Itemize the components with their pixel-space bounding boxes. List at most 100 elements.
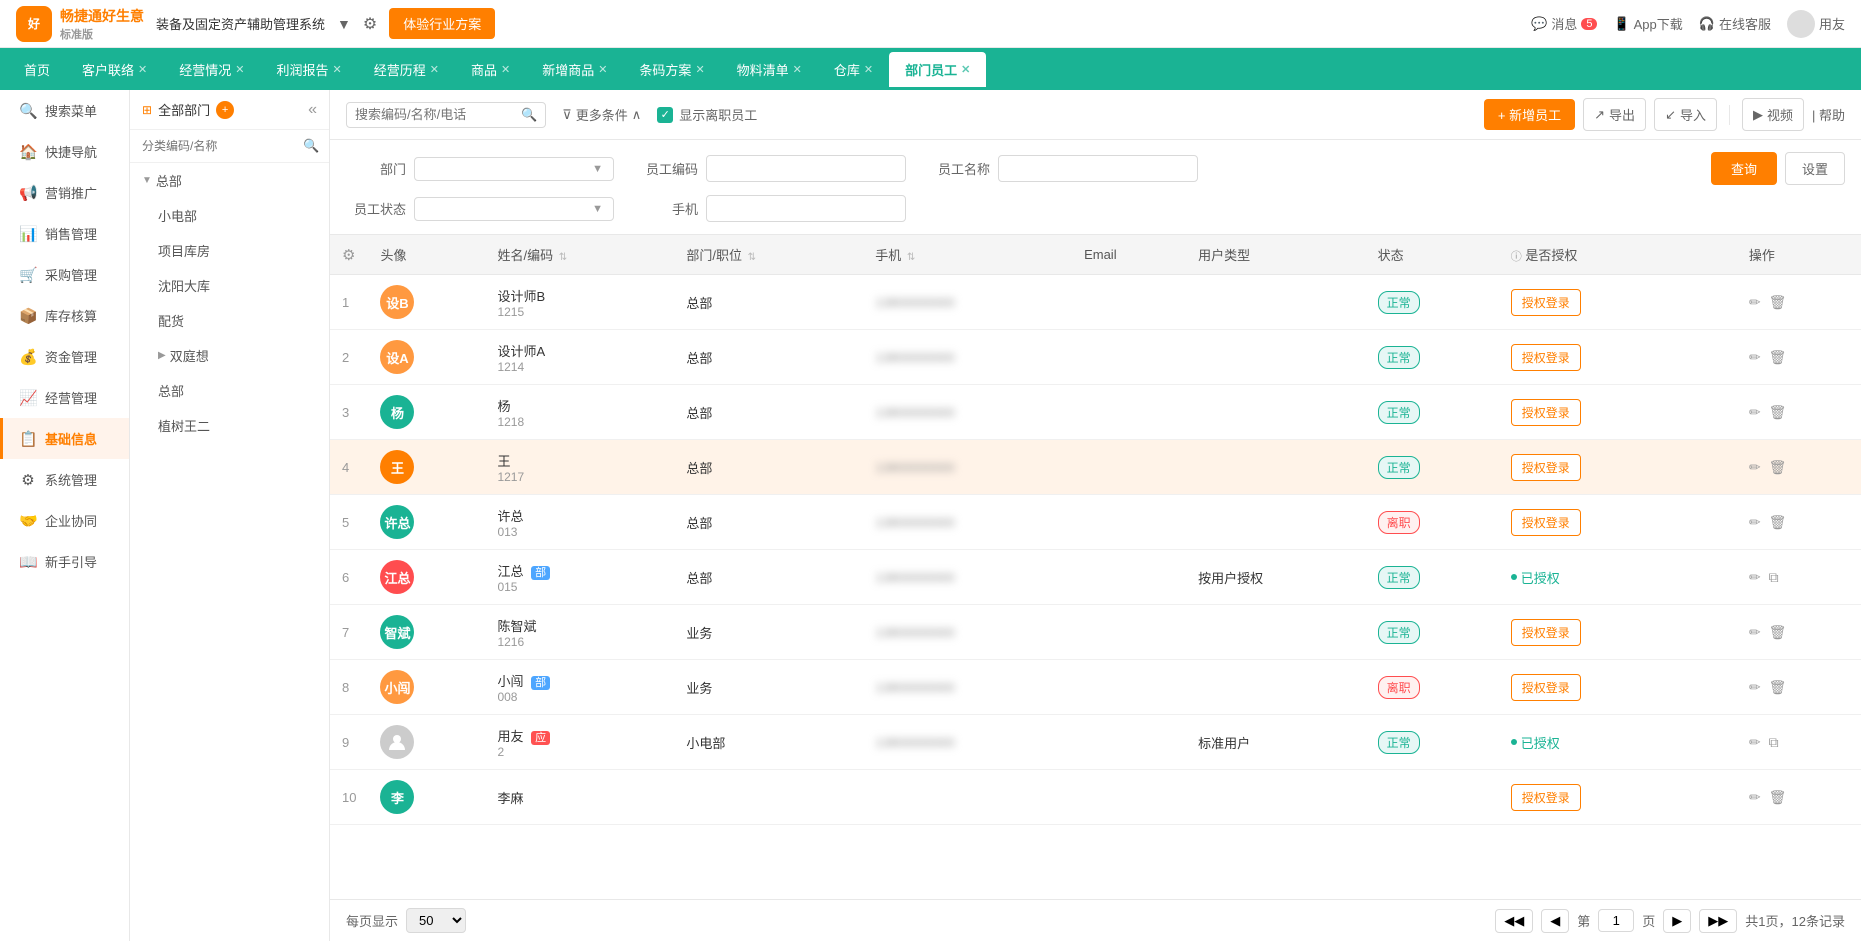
delete-icon[interactable]: 🗑 <box>1769 459 1787 476</box>
gear-icon[interactable]: ⚙ <box>342 247 355 264</box>
close-icon[interactable]: ✕ <box>235 63 244 76</box>
edit-icon[interactable]: ✏ <box>1749 294 1761 311</box>
delete-icon[interactable]: 🗑 <box>1769 349 1787 366</box>
auth-login-btn[interactable]: 授权登录 <box>1511 289 1581 316</box>
add-employee-btn[interactable]: + 新增员工 <box>1484 99 1575 130</box>
sidebar-item-guide[interactable]: 📖 新手引导 <box>0 541 129 582</box>
auth-login-btn[interactable]: 授权登录 <box>1511 344 1581 371</box>
sidebar-item-system[interactable]: ⚙ 系统管理 <box>0 459 129 500</box>
auth-login-btn[interactable]: 授权登录 <box>1511 619 1581 646</box>
sidebar-item-basic[interactable]: 📋 基础信息 <box>0 418 129 459</box>
import-btn[interactable]: ↙ 导入 <box>1654 98 1717 131</box>
trial-btn[interactable]: 体验行业方案 <box>389 8 495 39</box>
close-icon[interactable]: ✕ <box>430 63 439 76</box>
edit-icon[interactable]: ✏ <box>1749 514 1761 531</box>
sidebar-item-enterprise[interactable]: 🤝 企业协同 <box>0 500 129 541</box>
sidebar-item-marketing[interactable]: 📢 营销推广 <box>0 172 129 213</box>
auth-login-btn[interactable]: 授权登录 <box>1511 674 1581 701</box>
show-resigned-toggle[interactable]: ✓ 显示离职员工 <box>657 105 757 124</box>
tab-dept-employee[interactable]: 部门员工 ✕ <box>889 52 986 87</box>
delete-icon[interactable]: 🗑 <box>1769 404 1787 421</box>
tab-home[interactable]: 首页 <box>8 52 66 87</box>
emp-code-input[interactable] <box>706 155 906 182</box>
app-download-btn[interactable]: 📱 App下载 <box>1613 14 1682 33</box>
auth-login-btn[interactable]: 授权登录 <box>1511 509 1581 536</box>
sidebar-item-inventory[interactable]: 📦 库存核算 <box>0 295 129 336</box>
delete-icon[interactable]: 🗑 <box>1769 514 1787 531</box>
sidebar-item-quick-nav[interactable]: 🏠 快捷导航 <box>0 131 129 172</box>
last-page-btn[interactable]: ▶▶ <box>1699 909 1737 933</box>
dept-select[interactable]: ▼ <box>414 157 614 181</box>
dept-item-shuangting[interactable]: ▶ 双庭想 <box>130 338 329 373</box>
tab-history[interactable]: 经营历程 ✕ <box>358 52 455 87</box>
prev-page-btn[interactable]: ◀ <box>1541 909 1569 933</box>
delete-icon[interactable]: 🗑 <box>1769 679 1787 696</box>
auth-login-btn[interactable]: 授权登录 <box>1511 454 1581 481</box>
video-btn[interactable]: ▶ 视频 <box>1742 98 1804 131</box>
close-icon[interactable]: ✕ <box>793 63 802 76</box>
status-select[interactable]: ▼ <box>414 197 614 221</box>
edit-icon[interactable]: ✏ <box>1749 349 1761 366</box>
first-page-btn[interactable]: ◀◀ <box>1495 909 1533 933</box>
next-page-btn[interactable]: ▶ <box>1663 909 1691 933</box>
edit-icon[interactable]: ✏ <box>1749 459 1761 476</box>
tree-search-input[interactable] <box>142 139 297 153</box>
edit-icon[interactable]: ✏ <box>1749 679 1761 696</box>
close-icon[interactable]: ✕ <box>333 63 342 76</box>
tab-new-goods[interactable]: 新增商品 ✕ <box>526 52 623 87</box>
copy-icon[interactable]: ⧉ <box>1769 569 1779 586</box>
edit-icon[interactable]: ✏ <box>1749 789 1761 806</box>
close-icon[interactable]: ✕ <box>138 63 147 76</box>
dept-item-headquarters[interactable]: ▼ 总部 <box>130 163 329 198</box>
dept-item-hq2[interactable]: 总部 <box>130 373 329 408</box>
more-filters-btn[interactable]: ⊽ 更多条件 ∧ <box>554 101 649 128</box>
dept-item-zhishu[interactable]: 植树王二 <box>130 408 329 443</box>
edit-icon[interactable]: ✏ <box>1749 404 1761 421</box>
sidebar-item-purchase[interactable]: 🛒 采购管理 <box>0 254 129 295</box>
set-btn[interactable]: 设置 <box>1785 152 1845 185</box>
tab-customer[interactable]: 客户联络 ✕ <box>66 52 163 87</box>
close-icon[interactable]: ✕ <box>695 63 704 76</box>
close-icon[interactable]: ✕ <box>598 63 607 76</box>
dept-item-project[interactable]: 项目库房 <box>130 233 329 268</box>
edit-icon[interactable]: ✏ <box>1749 734 1761 751</box>
close-icon[interactable]: ✕ <box>961 63 970 76</box>
sidebar-item-sales[interactable]: 📊 销售管理 <box>0 213 129 254</box>
sidebar-item-finance[interactable]: 💰 资金管理 <box>0 336 129 377</box>
delete-icon[interactable]: 🗑 <box>1769 624 1787 641</box>
sidebar-item-operation[interactable]: 📈 经营管理 <box>0 377 129 418</box>
message-btn[interactable]: 💬 消息 5 <box>1531 14 1597 33</box>
page-size-select[interactable]: 50 100 200 <box>406 908 466 933</box>
export-btn[interactable]: ↗ 导出 <box>1583 98 1646 131</box>
tab-barcode[interactable]: 条码方案 ✕ <box>623 52 720 87</box>
tab-profit[interactable]: 利润报告 ✕ <box>260 52 357 87</box>
collapse-tree-btn[interactable]: « <box>308 101 317 119</box>
add-dept-btn[interactable]: + <box>216 101 234 119</box>
settings-btn[interactable]: ⚙ <box>363 14 377 34</box>
emp-name-input[interactable] <box>998 155 1198 182</box>
dept-item-electronics[interactable]: 小电部 <box>130 198 329 233</box>
auth-login-btn[interactable]: 授权登录 <box>1511 784 1581 811</box>
online-service-btn[interactable]: 🎧 在线客服 <box>1699 14 1771 33</box>
close-icon[interactable]: ✕ <box>864 63 873 76</box>
delete-icon[interactable]: 🗑 <box>1769 294 1787 311</box>
tab-warehouse[interactable]: 仓库 ✕ <box>818 52 889 87</box>
search-input[interactable] <box>355 107 515 122</box>
tab-bom[interactable]: 物料清单 ✕ <box>721 52 818 87</box>
user-btn[interactable]: 用友 <box>1787 10 1845 38</box>
dept-item-shenyang[interactable]: 沈阳大库 <box>130 268 329 303</box>
copy-icon[interactable]: ⧉ <box>1769 734 1779 751</box>
phone-input[interactable] <box>706 195 906 222</box>
system-dropdown-btn[interactable]: ▼ <box>337 16 351 32</box>
edit-icon[interactable]: ✏ <box>1749 569 1761 586</box>
auth-login-btn[interactable]: 授权登录 <box>1511 399 1581 426</box>
tab-goods[interactable]: 商品 ✕ <box>455 52 526 87</box>
search-btn[interactable]: 查询 <box>1711 152 1777 185</box>
delete-icon[interactable]: 🗑 <box>1769 789 1787 806</box>
sidebar-item-search[interactable]: 🔍 搜索菜单 <box>0 90 129 131</box>
help-btn[interactable]: | 帮助 <box>1812 105 1845 124</box>
page-input[interactable] <box>1598 909 1634 932</box>
dept-item-distribution[interactable]: 配货 <box>130 303 329 338</box>
close-icon[interactable]: ✕ <box>501 63 510 76</box>
edit-icon[interactable]: ✏ <box>1749 624 1761 641</box>
